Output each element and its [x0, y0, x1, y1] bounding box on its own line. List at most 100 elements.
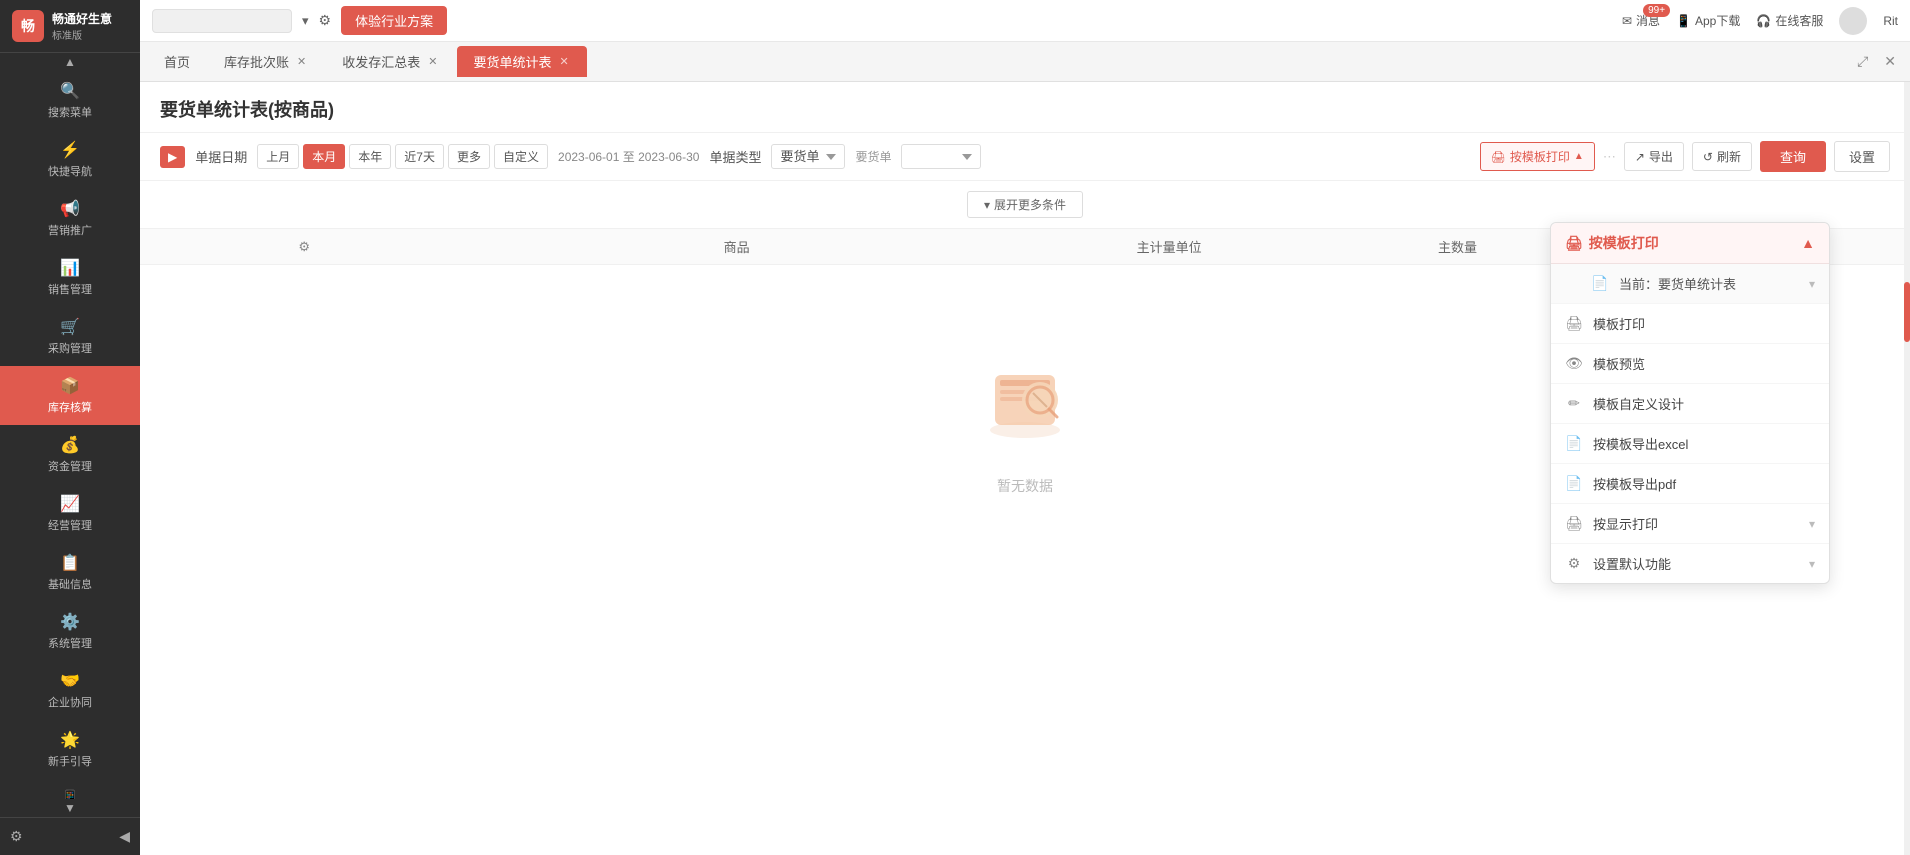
sidebar-item-inventory[interactable]: 📦 库存核算: [0, 366, 140, 425]
trial-button[interactable]: 体验行业方案: [341, 6, 447, 35]
scrollbar-thumb: [1904, 282, 1910, 342]
design-icon: ✏: [1565, 395, 1583, 412]
messages-button[interactable]: ✉ 消息 99+: [1622, 12, 1660, 29]
topbar-gear-button[interactable]: ⚙: [319, 12, 332, 29]
dropdown-title: 🖨 按模板打印: [1565, 233, 1659, 253]
refresh-icon: ↺: [1703, 150, 1713, 164]
display-print-icon: 🖨: [1565, 515, 1583, 532]
guide-icon: 🌟: [60, 730, 80, 750]
tab-collection-summary[interactable]: 收发存汇总表 ✕: [326, 46, 455, 77]
sidebar-item-quick[interactable]: ⚡ 快捷导航: [0, 130, 140, 189]
sidebar-scroll-up[interactable]: ▲: [64, 55, 76, 69]
dropdown-display-print[interactable]: 🖨 按显示打印 ▾: [1551, 504, 1829, 544]
search-icon: 🔍: [60, 81, 80, 101]
print-template-button[interactable]: 🖨 按模板打印 ▲: [1480, 142, 1595, 171]
topbar-search-input[interactable]: [152, 9, 292, 33]
print-dropdown-menu: 🖨 按模板打印 ▲ 📄 当前：要货单统计表 ▾ 🖨 模板打印 👁 模板预览 ✏: [1550, 222, 1830, 584]
tab-close-order-stats[interactable]: ✕: [558, 54, 571, 69]
sales-icon: 📊: [60, 258, 80, 278]
settings-button[interactable]: 设置: [1834, 141, 1890, 172]
date-btn-this-year[interactable]: 本年: [349, 144, 391, 169]
date-btn-more[interactable]: 更多: [448, 144, 490, 169]
dropdown-current-item[interactable]: 📄 当前：要货单统计表 ▾: [1551, 264, 1829, 304]
sidebar-item-operations[interactable]: 📈 经营管理: [0, 484, 140, 543]
message-badge: 99+: [1643, 4, 1670, 17]
dropdown-template-excel[interactable]: 📄 按模板导出excel: [1551, 424, 1829, 464]
export-button[interactable]: ↗ 导出: [1624, 142, 1684, 171]
tab-close-all-button[interactable]: ✕: [1878, 49, 1902, 74]
document-icon: 📄: [1591, 275, 1609, 292]
gear-icon: ⚙: [1565, 555, 1583, 572]
tab-close-collection-summary[interactable]: ✕: [426, 54, 439, 69]
sidebar-item-finance[interactable]: 💰 资金管理: [0, 425, 140, 484]
company-icon: 🤝: [60, 671, 80, 691]
quick-icon: ⚡: [60, 140, 80, 160]
chevron-down-icon: ▾: [984, 198, 990, 212]
app-download-button[interactable]: 📱 App下载: [1676, 12, 1740, 29]
date-btn-last-month[interactable]: 上月: [257, 144, 299, 169]
expand-default-icon: ▾: [1809, 557, 1815, 571]
sidebar-item-marketing[interactable]: 📢 营销推广: [0, 189, 140, 248]
chevron-right-icon: ▾: [1809, 277, 1815, 291]
page-content: 要货单统计表(按商品) ▶ 单据日期 上月 本月 本年 近7天 更多 自定义 2…: [140, 82, 1910, 855]
sidebar-item-guide[interactable]: 🌟 新手引导: [0, 720, 140, 779]
date-btn-this-month[interactable]: 本月: [303, 144, 345, 169]
sidebar-item-basic[interactable]: 📋 基础信息: [0, 543, 140, 602]
dropdown-template-design[interactable]: ✏ 模板自定义设计: [1551, 384, 1829, 424]
tab-maximize-button[interactable]: ⤢: [1851, 49, 1874, 74]
dropdown-header: 🖨 按模板打印 ▲: [1551, 223, 1829, 264]
system-icon: ⚙️: [60, 612, 80, 632]
dropdown-close-button[interactable]: ▲: [1801, 235, 1815, 251]
page-header: 要货单统计表(按商品): [140, 82, 1910, 133]
sidebar-item-apps[interactable]: 📱 应用中心: [0, 779, 140, 799]
tabbar: 首页 库存批次账 ✕ 收发存汇总表 ✕ 要货单统计表 ✕ ⤢ ✕: [140, 42, 1910, 82]
dropdown-template-pdf[interactable]: 📄 按模板导出pdf: [1551, 464, 1829, 504]
expand-display-icon: ▾: [1809, 517, 1815, 531]
chevron-up-icon: ▲: [1574, 151, 1584, 162]
sidebar-item-company[interactable]: 🤝 企业协同: [0, 661, 140, 720]
date-filter-group: 上月 本月 本年 近7天 更多 自定义: [257, 144, 548, 169]
page-title: 要货单统计表(按商品): [160, 100, 334, 120]
sidebar-item-search[interactable]: 🔍 搜索菜单: [0, 71, 140, 130]
sidebar-item-sales[interactable]: 📊 销售管理: [0, 248, 140, 307]
order-select[interactable]: [901, 144, 981, 169]
right-scrollbar[interactable]: [1904, 82, 1910, 855]
tab-home[interactable]: 首页: [148, 46, 206, 77]
expand-conditions-button[interactable]: ▾ 展开更多条件: [967, 191, 1083, 218]
topbar-dropdown-button[interactable]: ▾: [302, 13, 309, 29]
apps-icon: 📱: [60, 789, 80, 799]
sidebar-item-system[interactable]: ⚙️ 系统管理: [0, 602, 140, 661]
type-filter-select[interactable]: 要货单: [771, 144, 845, 169]
date-range-text: 2023-06-01 至 2023-06-30: [558, 148, 699, 165]
message-icon: ✉: [1622, 14, 1632, 28]
topbar-right: ✉ 消息 99+ 📱 App下载 🎧 在线客服 Rit: [1622, 7, 1898, 35]
sidebar-scroll-down[interactable]: ▼: [64, 801, 76, 815]
phone-icon: 📱: [1676, 14, 1691, 28]
print-header-icon: 🖨: [1565, 235, 1583, 252]
tab-order-stats[interactable]: 要货单统计表 ✕: [457, 46, 586, 77]
sidebar-logo[interactable]: 畅 畅通好生意 标准版: [0, 0, 140, 53]
user-avatar[interactable]: [1839, 7, 1867, 35]
order-type-label: 要货单: [855, 148, 891, 165]
dropdown-set-default[interactable]: ⚙ 设置默认功能 ▾: [1551, 544, 1829, 583]
tabbar-right: ⤢ ✕: [1851, 49, 1902, 74]
table-col-settings[interactable]: ⚙: [160, 239, 448, 255]
query-button[interactable]: 查询: [1760, 141, 1826, 172]
date-btn-custom[interactable]: 自定义: [494, 144, 548, 169]
logo-icon: 畅: [12, 10, 44, 42]
sidebar-item-purchase[interactable]: 🛒 采购管理: [0, 307, 140, 366]
dropdown-template-preview[interactable]: 👁 模板预览: [1551, 344, 1829, 384]
dropdown-template-print[interactable]: 🖨 模板打印: [1551, 304, 1829, 344]
username-label: Rit: [1883, 14, 1898, 28]
tab-close-inventory-batch[interactable]: ✕: [295, 54, 308, 69]
sidebar-settings-button[interactable]: ⚙: [10, 828, 23, 845]
date-btn-7days[interactable]: 近7天: [395, 144, 444, 169]
sidebar-expand-button[interactable]: ▶: [160, 146, 185, 168]
refresh-button[interactable]: ↺ 刷新: [1692, 142, 1752, 171]
sidebar-nav: 🔍 搜索菜单 ⚡ 快捷导航 📢 营销推广 📊 销售管理 🛒 采购管理 📦 库存核…: [0, 71, 140, 799]
tab-inventory-batch[interactable]: 库存批次账 ✕: [208, 46, 324, 77]
pdf-icon: 📄: [1565, 475, 1583, 492]
online-support-button[interactable]: 🎧 在线客服: [1756, 12, 1823, 29]
top-action-bar: ▶ 单据日期 上月 本月 本年 近7天 更多 自定义 2023-06-01 至 …: [140, 133, 1910, 181]
sidebar-collapse-button[interactable]: ◀: [119, 828, 130, 845]
